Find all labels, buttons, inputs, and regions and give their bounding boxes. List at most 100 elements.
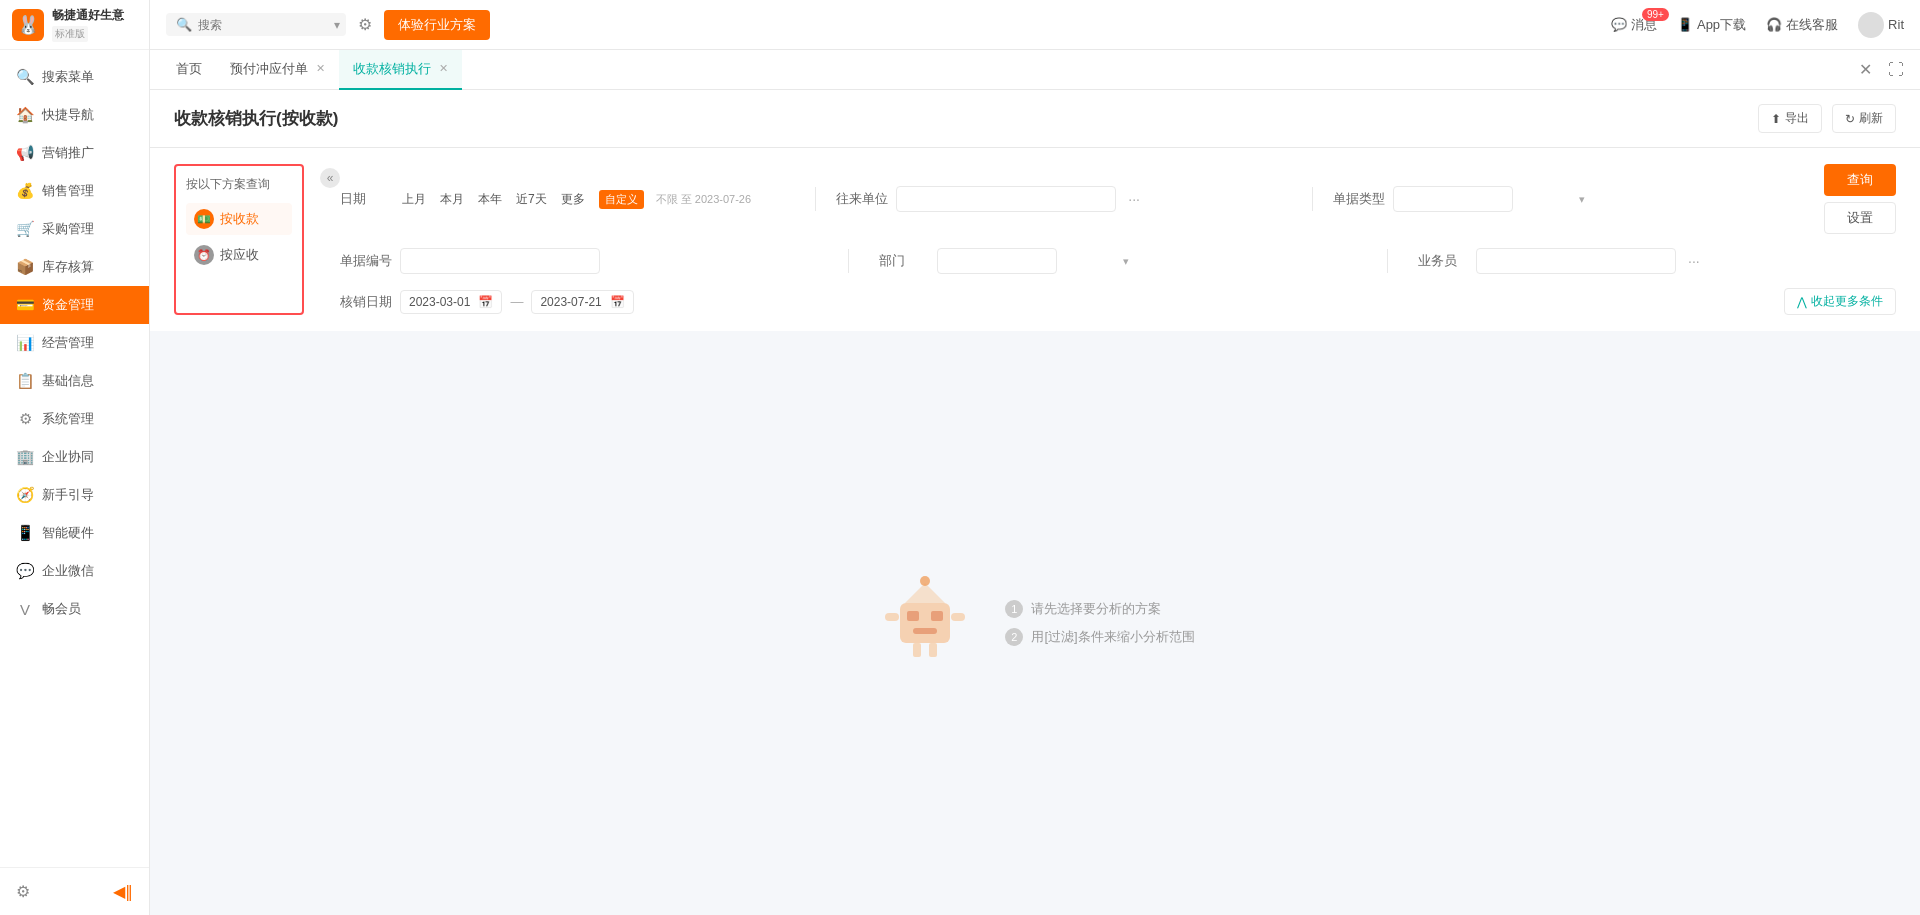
export-button[interactable]: ⬆ 导出 [1758,104,1822,133]
filter-options-panel: 按以下方案查询 💵 按收款 ⏰ 按应收 [174,164,304,315]
guide-icon: 🧭 [16,486,34,504]
calendar-icon-start: 📅 [478,295,493,309]
sidebar-item-finance[interactable]: 💳 资金管理 [0,286,149,324]
refresh-button[interactable]: ↻ 刷新 [1832,104,1896,133]
department-select-wrap [937,248,1137,274]
search-menu-label: 搜索菜单 [42,68,94,86]
writeoff-date-field: 核销日期 2023-03-01 📅 — 2023-07-21 📅 [340,290,1764,314]
doc-number-input[interactable] [400,248,600,274]
custom-date-tag[interactable]: 自定义 [599,190,644,209]
sidebar-item-member[interactable]: V 畅会员 [0,590,149,628]
doc-type-select[interactable] [1393,186,1513,212]
receipt-writeoff-close-icon[interactable]: ✕ [439,62,448,75]
solution-button[interactable]: 体验行业方案 [384,10,490,40]
system-label: 系统管理 [42,410,94,428]
date-limit-text: 不限 至 2023-07-26 [656,192,751,207]
sidebar-item-guide[interactable]: 🧭 新手引导 [0,476,149,514]
by-receipt-icon: 💵 [194,209,214,229]
filter-row-3: 核销日期 2023-03-01 📅 — 2023-07-21 📅 ⋀ [340,288,1896,315]
query-button[interactable]: 查询 [1824,164,1896,196]
this-year-btn[interactable]: 本年 [474,189,506,210]
tab-expand-icon[interactable]: ⛶ [1884,59,1908,81]
wechat-icon: 💬 [16,562,34,580]
this-month-btn[interactable]: 本月 [436,189,468,210]
topbar-search-wrap[interactable]: 🔍 ▾ [166,13,346,36]
logo-area: 🐰 畅捷通好生意 标准版 [0,0,149,50]
receipt-writeoff-label: 收款核销执行 [353,60,431,78]
filter-by-receivable[interactable]: ⏰ 按应收 [186,239,292,271]
tip-num-2: 2 [1005,628,1023,646]
sidebar-item-marketing[interactable]: 📢 营销推广 [0,134,149,172]
filter-row-1: 日期 上月 本月 本年 近7天 更多 自定义 不限 至 2023-07-26 [340,164,1896,234]
filter-sidebar-collapse[interactable]: « [320,168,340,188]
sidebar-item-operations[interactable]: 📊 经营管理 [0,324,149,362]
collapse-icon[interactable]: ◀‖ [113,882,133,901]
doc-number-field: 单据编号 [340,248,818,274]
filter-row-2: 单据编号 部门 业务员 [340,248,1896,274]
sidebar-item-purchase[interactable]: 🛒 采购管理 [0,210,149,248]
partner-field: 往来单位 ··· [836,186,1291,212]
sidebar-item-smart-hw[interactable]: 📱 智能硬件 [0,514,149,552]
export-label: 导出 [1785,110,1809,127]
tip-num-1: 1 [1005,600,1023,618]
by-receivable-icon: ⏰ [194,245,214,265]
filter-by-receipt[interactable]: 💵 按收款 [186,203,292,235]
sidebar-item-basic-info[interactable]: 📋 基础信息 [0,362,149,400]
partner-input[interactable] [896,186,1116,212]
tab-close-all-icon[interactable]: ✕ [1855,58,1876,81]
svg-rect-1 [907,611,919,621]
prepay-close-icon[interactable]: ✕ [316,62,325,75]
user-menu[interactable]: Rit [1858,12,1904,38]
service-icon: 🎧 [1766,17,1782,32]
collapse-more-label: 收起更多条件 [1811,293,1883,310]
date-field: 日期 上月 本月 本年 近7天 更多 自定义 不限 至 2023-07-26 [340,189,795,210]
partner-dots-icon[interactable]: ··· [1124,191,1144,207]
tab-prepay[interactable]: 预付冲应付单 ✕ [216,50,339,90]
operations-icon: 📊 [16,334,34,352]
svg-point-9 [920,576,930,586]
tabbar-actions: ✕ ⛶ [1855,58,1908,81]
filter-action-buttons: 查询 设置 [1824,164,1896,234]
sidebar-item-quick-nav[interactable]: 🏠 快捷导航 [0,96,149,134]
collapse-more-button[interactable]: ⋀ 收起更多条件 [1784,288,1896,315]
purchase-label: 采购管理 [42,220,94,238]
sidebar-item-system[interactable]: ⚙ 系统管理 [0,400,149,438]
staff-dots-icon[interactable]: ··· [1684,253,1704,269]
department-select[interactable] [937,248,1057,274]
collapse-chevron-icon: ⋀ [1797,295,1807,309]
last-7days-btn[interactable]: 近7天 [512,189,551,210]
staff-input[interactable] [1476,248,1676,274]
more-dates-btn[interactable]: 更多 [557,189,589,210]
service-button[interactable]: 🎧 在线客服 [1766,16,1838,34]
empty-illustration [875,573,975,673]
writeoff-date-start: 2023-03-01 [409,295,470,309]
sidebar-item-wechat[interactable]: 💬 企业微信 [0,552,149,590]
empty-tip-1: 1 请先选择要分析的方案 [1005,600,1194,618]
tab-receipt-writeoff[interactable]: 收款核销执行 ✕ [339,50,462,90]
tab-home[interactable]: 首页 [162,50,216,90]
wechat-label: 企业微信 [42,562,94,580]
marketing-icon: 📢 [16,144,34,162]
settings-button[interactable]: 设置 [1824,202,1896,234]
topbar-gear-icon[interactable]: ⚙ [358,15,372,34]
refresh-icon: ↻ [1845,112,1855,126]
sidebar-item-inventory[interactable]: 📦 库存核算 [0,248,149,286]
calendar-icon-end: 📅 [610,295,625,309]
partner-label: 往来单位 [836,190,888,208]
gear-icon[interactable]: ⚙ [16,882,30,901]
search-input[interactable] [198,18,328,32]
finance-label: 资金管理 [42,296,94,314]
chevron-down-icon: ▾ [334,18,340,32]
writeoff-date-end-input[interactable]: 2023-07-21 📅 [531,290,633,314]
svg-rect-0 [900,603,950,643]
writeoff-date-label: 核销日期 [340,293,392,311]
message-button[interactable]: 💬 消息 99+ [1611,16,1657,34]
sidebar-item-enterprise[interactable]: 🏢 企业协同 [0,438,149,476]
sidebar-item-search-menu[interactable]: 🔍 搜索菜单 [0,58,149,96]
guide-label: 新手引导 [42,486,94,504]
sidebar-item-sales[interactable]: 💰 销售管理 [0,172,149,210]
quick-nav-icon: 🏠 [16,106,34,124]
writeoff-date-start-input[interactable]: 2023-03-01 📅 [400,290,502,314]
app-download-button[interactable]: 📱 App下载 [1677,16,1746,34]
last-month-btn[interactable]: 上月 [398,189,430,210]
